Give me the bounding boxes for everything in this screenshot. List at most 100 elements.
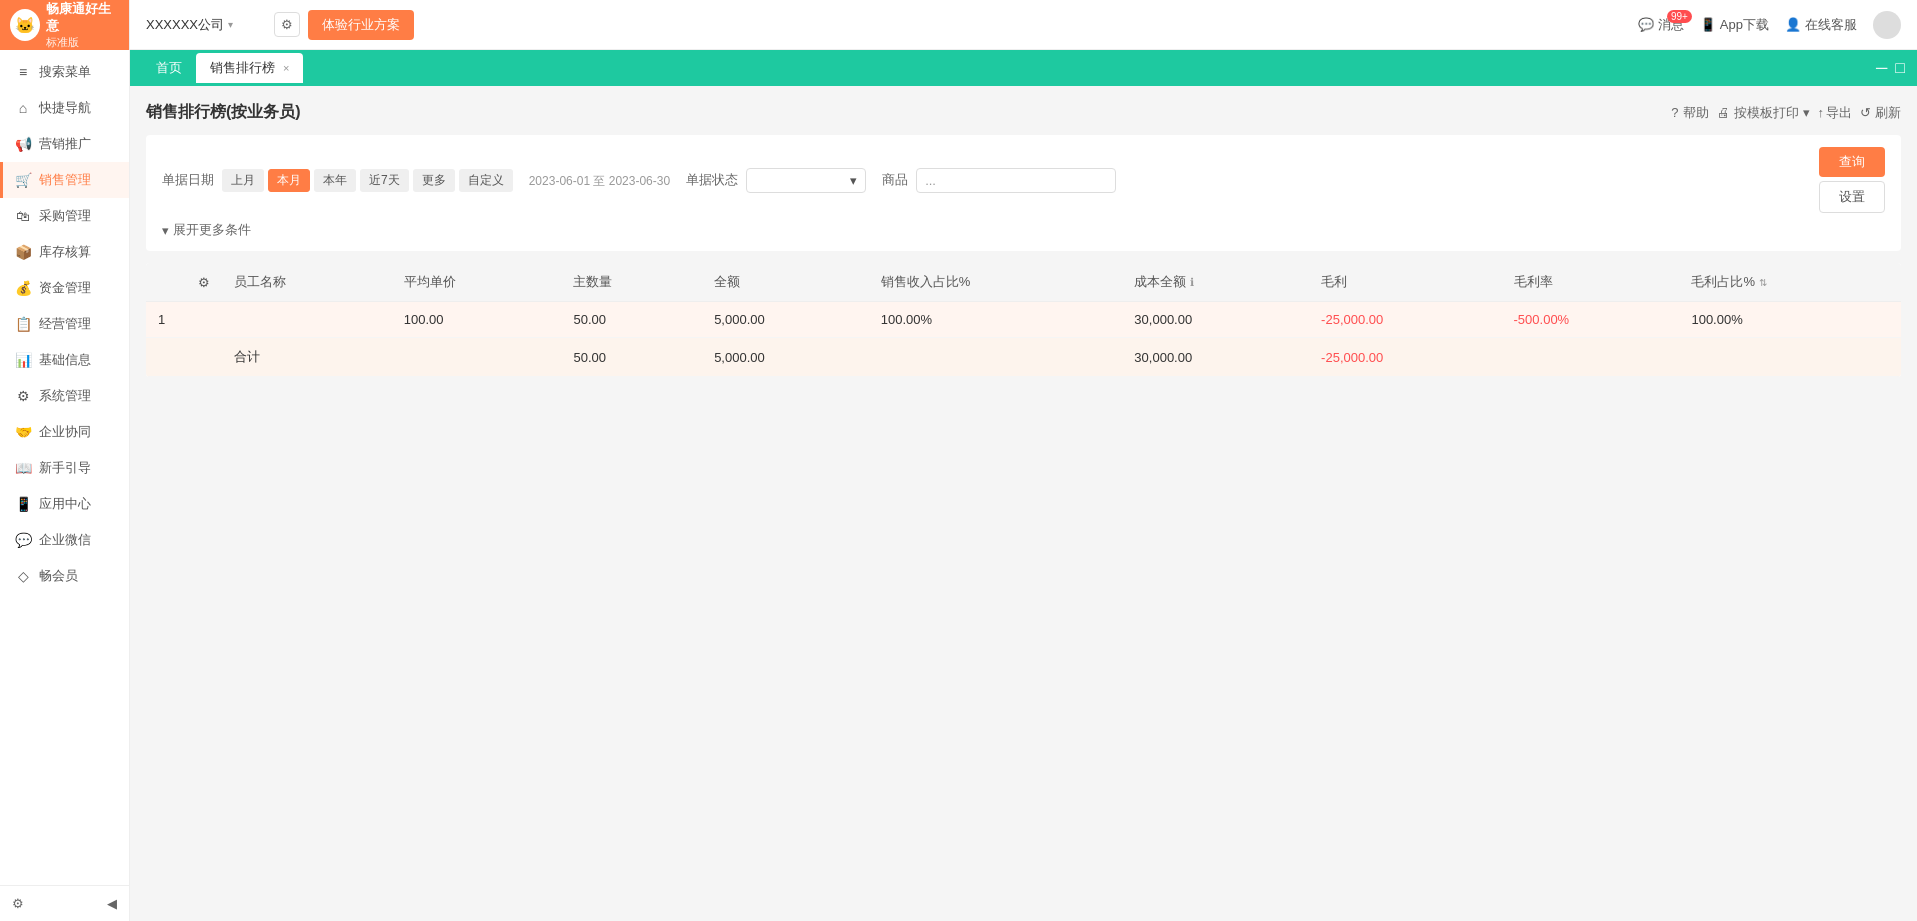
sidebar-item-guide[interactable]: 📖 新手引导: [0, 450, 129, 486]
date-this-month-button[interactable]: 本月: [268, 169, 310, 192]
sidebar-item-finance[interactable]: 💰 资金管理: [0, 270, 129, 306]
sidebar-item-wechat[interactable]: 💬 企业微信: [0, 522, 129, 558]
sidebar-item-member[interactable]: ◇ 畅会员: [0, 558, 129, 594]
col-settings[interactable]: ⚙: [186, 263, 222, 302]
footer-empty-2: [186, 338, 222, 377]
export-icon: ↑: [1818, 105, 1825, 120]
sidebar-settings-button[interactable]: ⚙: [12, 896, 24, 911]
tab-minimize-button[interactable]: ─: [1876, 59, 1887, 77]
tab-sales-rank[interactable]: 销售排行榜 ×: [196, 53, 303, 83]
guide-icon: 📖: [15, 460, 31, 476]
app-download-label: App下载: [1720, 16, 1769, 34]
sidebar-item-marketing[interactable]: 📢 营销推广: [0, 126, 129, 162]
sidebar-item-app-center[interactable]: 📱 应用中心: [0, 486, 129, 522]
purchase-icon: 🛍: [15, 208, 31, 224]
member-icon: ◇: [15, 568, 31, 584]
sidebar-item-operations[interactable]: 📋 经营管理: [0, 306, 129, 342]
query-button[interactable]: 查询: [1819, 147, 1885, 177]
tab-close-icon[interactable]: ×: [283, 62, 289, 74]
sidebar-item-sales[interactable]: 🛒 销售管理: [0, 162, 129, 198]
info-icon: ℹ: [1190, 276, 1194, 288]
sidebar-item-enterprise[interactable]: 🤝 企业协同: [0, 414, 129, 450]
trial-button[interactable]: 体验行业方案: [308, 10, 414, 40]
footer-cost-amount: 30,000.00: [1122, 338, 1309, 377]
cell-gross: -25,000.00: [1309, 302, 1501, 338]
goods-selector[interactable]: ...: [916, 168, 1116, 193]
main-area: XXXXXX公司 ▾ ⚙ 体验行业方案 💬 消息 99+ 📱 App下载 👤 在…: [130, 0, 1917, 921]
page-title: 销售排行榜(按业务员): [146, 102, 301, 123]
date-more-button[interactable]: 更多: [413, 169, 455, 192]
cell-employee-name: [222, 302, 392, 338]
expand-more-label: 展开更多条件: [173, 221, 251, 239]
sidebar-label-member: 畅会员: [39, 567, 78, 585]
print-icon: 🖨: [1717, 105, 1730, 120]
sidebar-label-app-center: 应用中心: [39, 495, 91, 513]
sidebar-label-inventory: 库存核算: [39, 243, 91, 261]
mobile-icon: 📱: [1700, 17, 1716, 32]
footer-gross-pct: [1679, 338, 1901, 377]
filter-row-1: 单据日期 上月 本月 本年 近7天 更多 自定义 2023-06-01 至 20…: [162, 147, 1885, 213]
sidebar-item-search-order[interactable]: ≡ 搜索菜单: [0, 54, 129, 90]
sidebar-label-guide: 新手引导: [39, 459, 91, 477]
sidebar-item-shortcut[interactable]: ⌂ 快捷导航: [0, 90, 129, 126]
col-gross-label: 毛利: [1321, 274, 1347, 289]
company-selector[interactable]: XXXXXX公司 ▾: [146, 16, 266, 34]
date-7days-button[interactable]: 近7天: [360, 169, 409, 192]
company-name: XXXXXX公司: [146, 16, 224, 34]
col-gross-rate: 毛利率: [1502, 263, 1680, 302]
header-gear-button[interactable]: ⚙: [274, 12, 300, 37]
footer-avg-price: [392, 338, 562, 377]
cell-amount: 5,000.00: [702, 302, 869, 338]
logo-text: 畅康通好生意 标准版: [46, 1, 119, 49]
cell-gross-rate: -500.00%: [1502, 302, 1680, 338]
date-last-month-button[interactable]: 上月: [222, 169, 264, 192]
sidebar-nav: ≡ 搜索菜单 ⌂ 快捷导航 📢 营销推广 🛒 销售管理 🛍 采购管理 📦 库存核…: [0, 50, 129, 885]
export-button[interactable]: ↑ 导出: [1818, 104, 1853, 122]
data-table-container: ⚙ 员工名称 平均单价 主数量 全额: [146, 263, 1901, 377]
date-options: 上月 本月 本年 近7天 更多 自定义: [222, 169, 513, 192]
sidebar-item-system[interactable]: ⚙ 系统管理: [0, 378, 129, 414]
system-icon: ⚙: [15, 388, 31, 404]
status-selector[interactable]: ▾: [746, 168, 866, 193]
online-service-button[interactable]: 👤 在线客服: [1785, 16, 1857, 34]
col-gross-pct-label: 毛利占比%: [1691, 274, 1755, 289]
col-amount-label: 全额: [714, 274, 740, 289]
tab-home[interactable]: 首页: [142, 53, 196, 83]
message-button[interactable]: 💬 消息 99+: [1638, 16, 1684, 34]
expand-more-button[interactable]: ▾ 展开更多条件: [162, 221, 1885, 239]
sidebar-label-wechat: 企业微信: [39, 531, 91, 549]
app-download-button[interactable]: 📱 App下载: [1700, 16, 1769, 34]
col-gross-rate-label: 毛利率: [1514, 274, 1553, 289]
footer-total-label: 合计: [222, 338, 392, 377]
date-this-year-button[interactable]: 本年: [314, 169, 356, 192]
refresh-button[interactable]: ↺ 刷新: [1860, 104, 1901, 122]
sidebar-collapse-button[interactable]: ◀: [107, 896, 117, 911]
sidebar-label-system: 系统管理: [39, 387, 91, 405]
print-chevron-down-icon: ▾: [1803, 105, 1810, 120]
avatar[interactable]: [1873, 11, 1901, 39]
filter-settings-button[interactable]: 设置: [1819, 181, 1885, 213]
footer-main-qty: 50.00: [561, 338, 702, 377]
sidebar-label-finance: 资金管理: [39, 279, 91, 297]
col-avg-price-label: 平均单价: [404, 274, 456, 289]
sidebar-item-basic[interactable]: 📊 基础信息: [0, 342, 129, 378]
home-icon: ⌂: [15, 100, 31, 116]
footer-sales-pct: [869, 338, 1123, 377]
tab-right-actions: ─ □: [1876, 59, 1905, 77]
help-button[interactable]: ? 帮助: [1671, 104, 1708, 122]
operations-icon: 📋: [15, 316, 31, 332]
status-filter-group: 单据状态 ▾: [686, 168, 866, 193]
finance-icon: 💰: [15, 280, 31, 296]
page-actions: ? 帮助 🖨 按模板打印 ▾ ↑ 导出 ↺ 刷新: [1671, 104, 1901, 122]
tab-maximize-button[interactable]: □: [1895, 59, 1905, 77]
col-main-qty-label: 主数量: [573, 274, 612, 289]
enterprise-icon: 🤝: [15, 424, 31, 440]
date-custom-button[interactable]: 自定义: [459, 169, 513, 192]
sidebar-item-inventory[interactable]: 📦 库存核算: [0, 234, 129, 270]
logo-title: 畅康通好生意: [46, 1, 119, 35]
sidebar-item-purchase[interactable]: 🛍 采购管理: [0, 198, 129, 234]
print-button[interactable]: 🖨 按模板打印 ▾: [1717, 104, 1810, 122]
app-center-icon: 📱: [15, 496, 31, 512]
date-filter-group: 单据日期 上月 本月 本年 近7天 更多 自定义: [162, 169, 513, 192]
col-gross-pct: 毛利占比% ⇅: [1679, 263, 1901, 302]
